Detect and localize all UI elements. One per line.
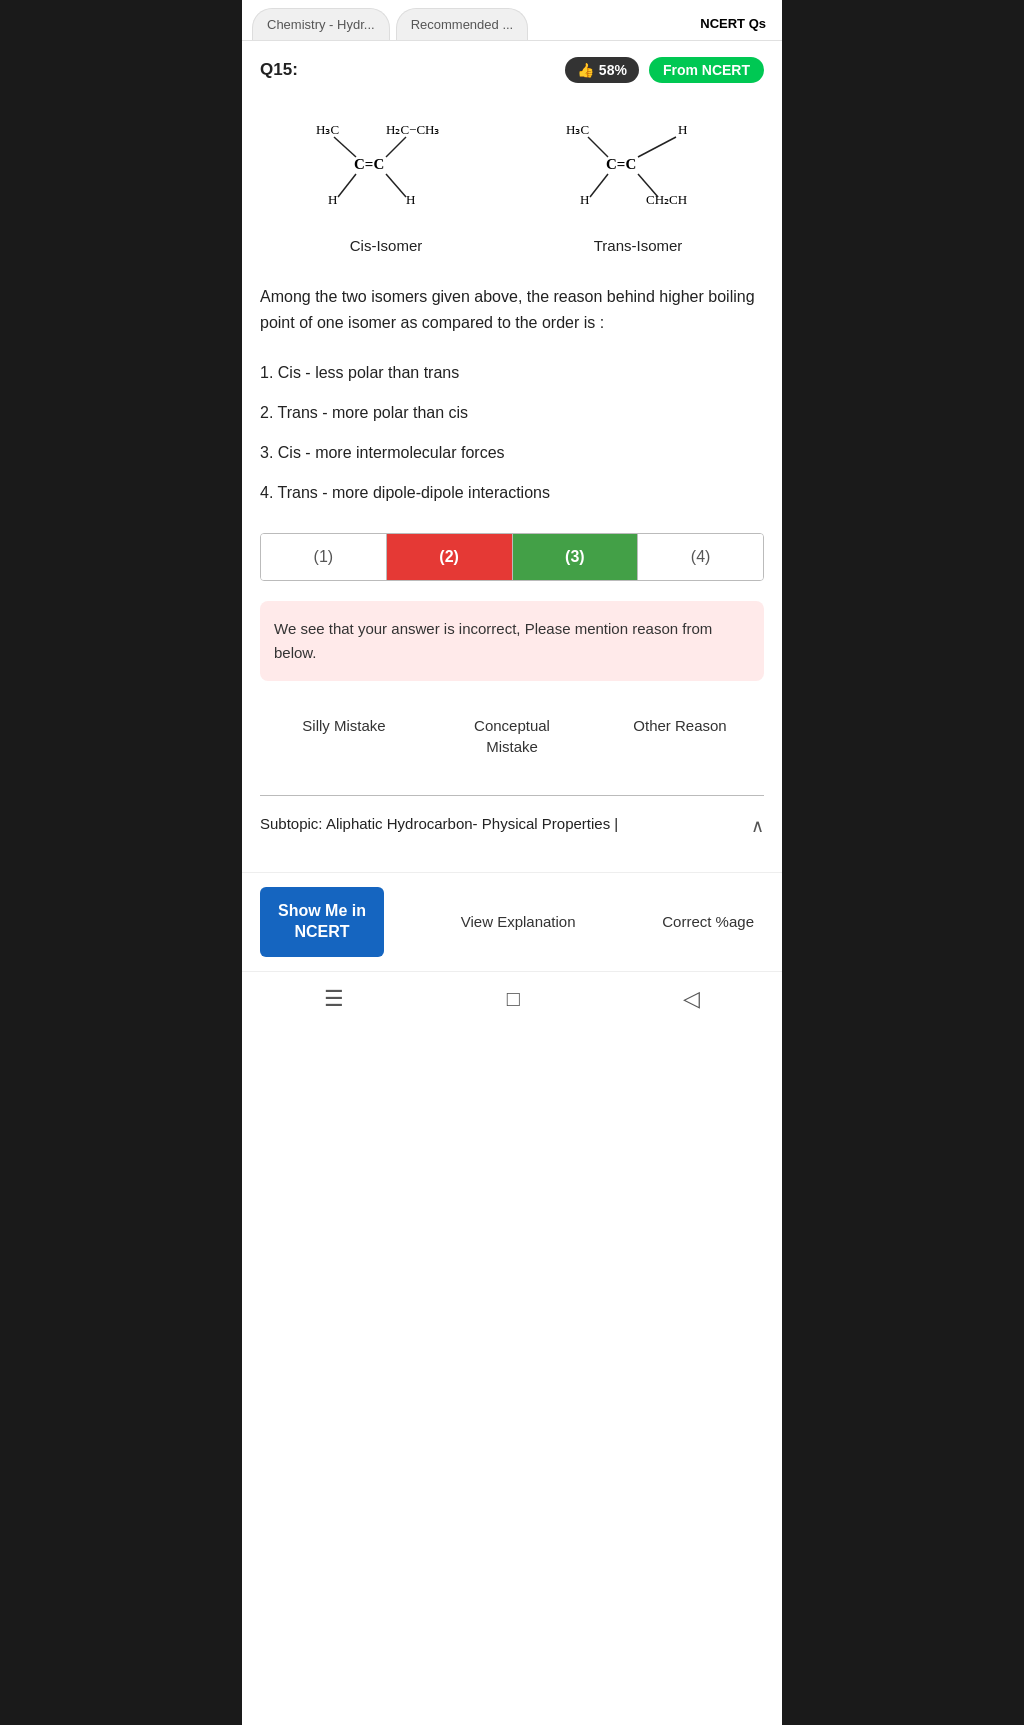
- reason-section: Silly Mistake ConceptualMistake Other Re…: [260, 705, 764, 767]
- tab-chemistry[interactable]: Chemistry - Hydr...: [252, 8, 390, 40]
- thumbs-up-icon: 👍: [577, 62, 594, 78]
- incorrect-notice: We see that your answer is incorrect, Pl…: [260, 601, 764, 681]
- option-3[interactable]: 3. Cis - more intermolecular forces: [260, 433, 764, 473]
- svg-text:H₃C: H₃C: [566, 122, 589, 137]
- answer-selector: (1) (2) (3) (4): [260, 533, 764, 581]
- svg-line-14: [588, 137, 608, 157]
- answer-option-2[interactable]: (2): [387, 534, 513, 580]
- svg-text:C=C: C=C: [354, 156, 384, 172]
- option-4[interactable]: 4. Trans - more dipole-dipole interactio…: [260, 473, 764, 513]
- ncert-badge: From NCERT: [649, 57, 764, 83]
- cis-isomer-svg: H₃C H₂C−CH₃ C=C H H: [306, 109, 466, 229]
- subtopic-text: Subtopic: Aliphatic Hydrocarbon- Physica…: [260, 815, 618, 832]
- svg-text:H: H: [328, 192, 337, 207]
- option-4-num: 4.: [260, 484, 278, 501]
- trans-isomer-label: Trans-Isomer: [512, 237, 764, 254]
- reason-silly-mistake[interactable]: Silly Mistake: [260, 705, 428, 767]
- options-list: 1. Cis - less polar than trans 2. Trans …: [260, 353, 764, 513]
- header-right: 👍 58% From NCERT: [565, 57, 764, 83]
- answer-option-4[interactable]: (4): [638, 534, 763, 580]
- svg-line-7: [338, 174, 356, 197]
- svg-line-6: [386, 137, 406, 157]
- svg-text:CH₂CH: CH₂CH: [646, 192, 687, 207]
- hamburger-menu-icon[interactable]: ☰: [324, 986, 344, 1012]
- subtopic-section: Subtopic: Aliphatic Hydrocarbon- Physica…: [260, 812, 764, 836]
- svg-line-16: [590, 174, 608, 197]
- chevron-up-icon[interactable]: ∧: [751, 812, 764, 841]
- trans-isomer-svg: H₃C H C=C H CH₂CH: [558, 109, 718, 229]
- view-explanation-button[interactable]: View Explanation: [451, 905, 586, 938]
- svg-text:H: H: [678, 122, 687, 137]
- cis-isomer-label: Cis-Isomer: [260, 237, 512, 254]
- option-1-num: 1.: [260, 364, 278, 381]
- isomers-diagram: H₃C H₂C−CH₃ C=C H H Cis-Isomer: [260, 99, 764, 264]
- correct-percentage-button[interactable]: Correct %age: [652, 905, 764, 938]
- svg-text:H: H: [580, 192, 589, 207]
- svg-text:H: H: [406, 192, 415, 207]
- svg-line-15: [638, 137, 676, 157]
- divider: [260, 795, 764, 796]
- option-1-text: Cis - less polar than trans: [278, 364, 459, 381]
- question-number: Q15:: [260, 60, 298, 80]
- percent-value: 58%: [599, 62, 627, 78]
- bottom-actions: Show Me inNCERT View Explanation Correct…: [242, 872, 782, 971]
- phone-frame: Chemistry - Hydr... Recommended ... NCER…: [242, 0, 782, 1725]
- svg-text:C=C: C=C: [606, 156, 636, 172]
- option-2-text: Trans - more polar than cis: [278, 404, 469, 421]
- option-3-text: Cis - more intermolecular forces: [278, 444, 505, 461]
- tab-recommended[interactable]: Recommended ...: [396, 8, 529, 40]
- show-ncert-button[interactable]: Show Me inNCERT: [260, 887, 384, 957]
- svg-text:H₂C−CH₃: H₂C−CH₃: [386, 122, 439, 137]
- reason-other[interactable]: Other Reason: [596, 705, 764, 767]
- nav-bar: ☰ □ ◁: [242, 971, 782, 1022]
- svg-text:H₃C: H₃C: [316, 122, 339, 137]
- home-icon[interactable]: □: [507, 986, 520, 1012]
- answer-option-3[interactable]: (3): [513, 534, 639, 580]
- option-2[interactable]: 2. Trans - more polar than cis: [260, 393, 764, 433]
- content-area: Q15: 👍 58% From NCERT H₃C H₂C−CH₃ C=C: [242, 41, 782, 872]
- reason-conceptual-mistake[interactable]: ConceptualMistake: [428, 705, 596, 767]
- svg-line-5: [334, 137, 356, 157]
- option-1[interactable]: 1. Cis - less polar than trans: [260, 353, 764, 393]
- option-3-num: 3.: [260, 444, 278, 461]
- top-tabs: Chemistry - Hydr... Recommended ... NCER…: [242, 0, 782, 41]
- option-2-num: 2.: [260, 404, 278, 421]
- trans-isomer-box: H₃C H C=C H CH₂CH Trans-Isomer: [512, 109, 764, 254]
- answer-option-1[interactable]: (1): [261, 534, 387, 580]
- tab-ncert[interactable]: NCERT Qs: [694, 8, 772, 40]
- question-text: Among the two isomers given above, the r…: [260, 284, 764, 335]
- svg-line-8: [386, 174, 406, 197]
- question-header: Q15: 👍 58% From NCERT: [260, 57, 764, 83]
- option-4-text: Trans - more dipole-dipole interactions: [278, 484, 550, 501]
- back-icon[interactable]: ◁: [683, 986, 700, 1012]
- cis-isomer-box: H₃C H₂C−CH₃ C=C H H Cis-Isomer: [260, 109, 512, 254]
- percent-badge: 👍 58%: [565, 57, 639, 83]
